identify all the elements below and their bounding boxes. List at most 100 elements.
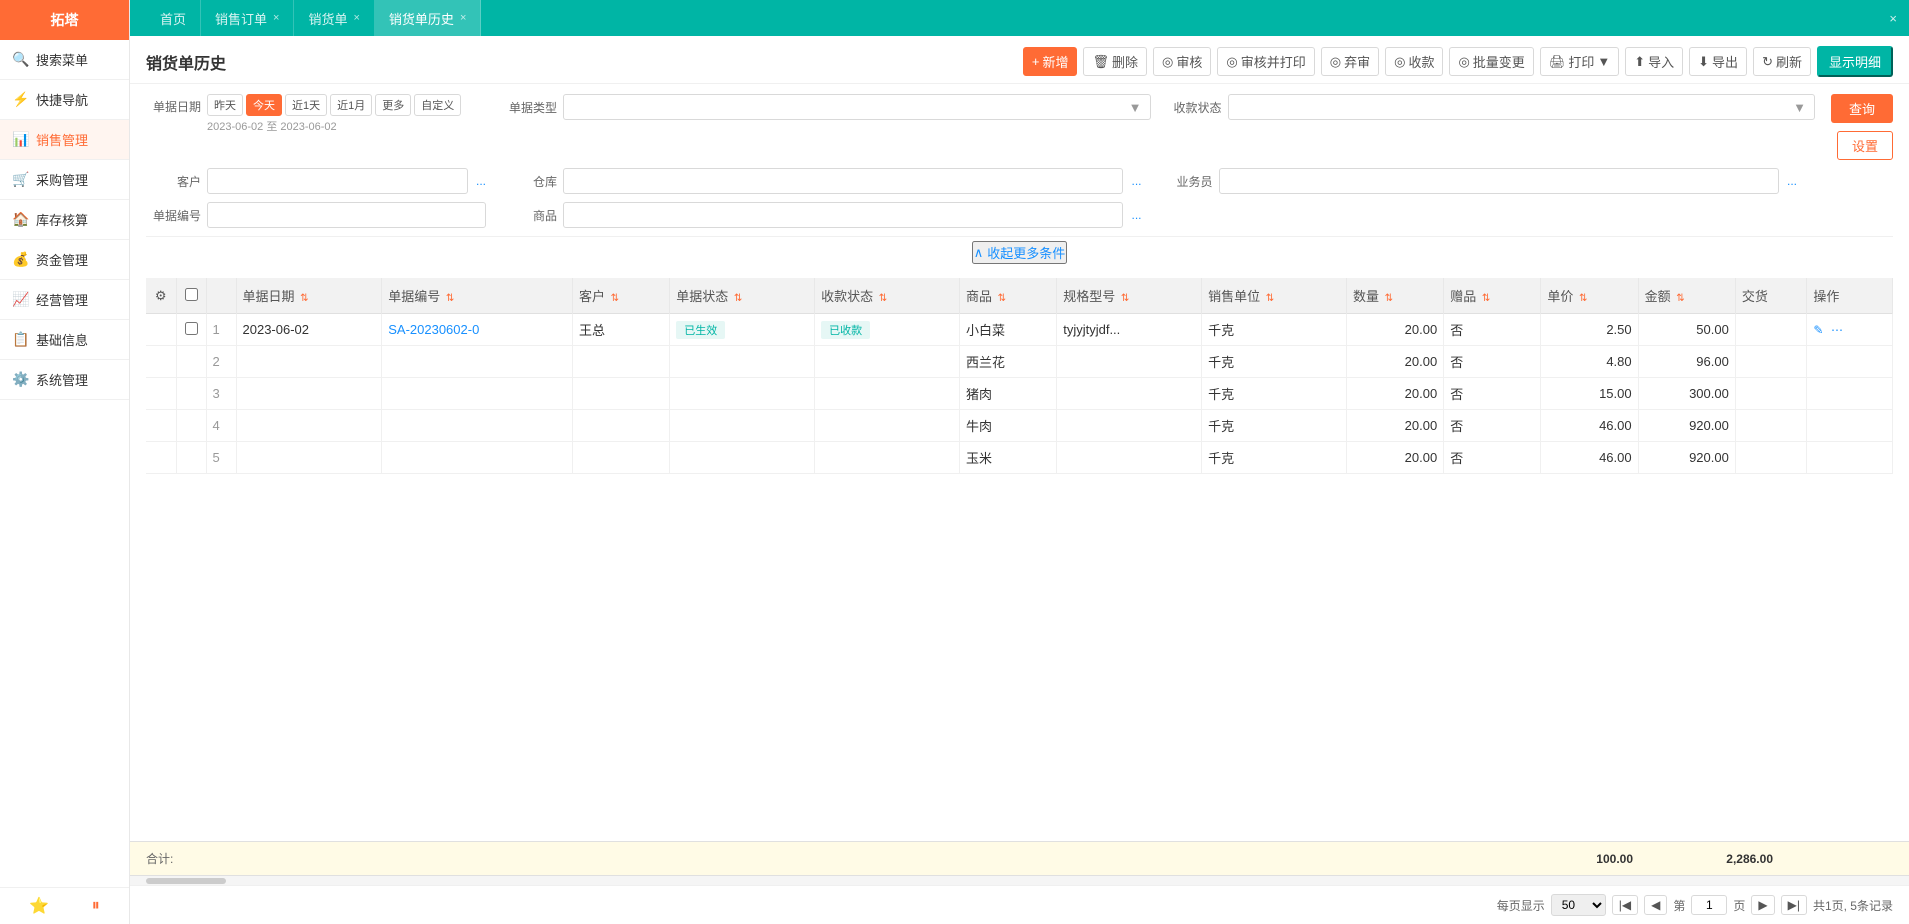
tab-sales-delivery[interactable]: 销货单 × (294, 0, 374, 36)
col-sales-unit[interactable]: 销售单位 ⇅ (1202, 278, 1347, 314)
collect-icon: ◎ (1394, 54, 1405, 70)
add-button[interactable]: + 新增 (1023, 47, 1078, 76)
query-button[interactable]: 查询 (1831, 94, 1893, 123)
sidebar-item-system[interactable]: ⚙️ 系统管理 (0, 360, 129, 400)
cell-checkbox[interactable] (176, 346, 206, 378)
goods-ellipsis[interactable]: ... (1131, 208, 1141, 222)
custom-date-btn[interactable]: 自定义 (414, 94, 461, 116)
salesperson-input[interactable] (1219, 168, 1779, 194)
sidebar-item-finance[interactable]: 💰 资金管理 (0, 240, 129, 280)
last-page-btn[interactable]: ▶| (1781, 895, 1807, 915)
cell-delivery (1735, 410, 1807, 442)
row-checkbox[interactable] (185, 322, 198, 335)
col-customer[interactable]: 客户 ⇅ (573, 278, 670, 314)
tab-sales-order[interactable]: 销售订单 × (201, 0, 294, 36)
delete-button[interactable]: 🗑 删除 (1083, 47, 1147, 76)
today-btn[interactable]: 今天 (246, 94, 282, 116)
sidebar-item-basic-info[interactable]: 📋 基础信息 (0, 320, 129, 360)
per-page-select[interactable]: 50 100 200 (1551, 894, 1606, 916)
sidebar-item-inventory[interactable]: 🏠 库存核算 (0, 200, 129, 240)
cell-customer (573, 442, 670, 474)
cell-sales-unit: 千克 (1202, 378, 1347, 410)
goods-input[interactable] (563, 202, 1123, 228)
cell-delivery (1735, 378, 1807, 410)
cell-gift: 否 (1444, 410, 1541, 442)
page-label: 第 (1673, 897, 1685, 914)
first-page-btn[interactable]: |◀ (1612, 895, 1638, 915)
warehouse-input[interactable] (563, 168, 1123, 194)
doc-num-link[interactable]: SA-20230602-0 (388, 322, 479, 337)
col-goods[interactable]: 商品 ⇅ (960, 278, 1057, 314)
toolbar: + 新增 🗑 删除 ◎ 审核 ◎ 审核并打印 ◎ 弃审 (1023, 46, 1893, 77)
salesperson-ellipsis[interactable]: ... (1787, 174, 1797, 188)
audit-print-button[interactable]: ◎ 审核并打印 (1217, 47, 1314, 76)
sidebar-item-quick-nav[interactable]: ⚡ 快捷导航 (0, 80, 129, 120)
collapse-button[interactable]: ∧ 收起更多条件 (972, 241, 1068, 264)
tabs-bar-close-btn[interactable]: × (1889, 11, 1909, 26)
customer-input[interactable] (207, 168, 468, 194)
next-page-btn[interactable]: ▶ (1751, 895, 1774, 915)
cell-checkbox[interactable] (176, 410, 206, 442)
tab-sales-order-close[interactable]: × (273, 12, 279, 24)
yesterday-btn[interactable]: 昨天 (207, 94, 243, 116)
doc-number-input[interactable] (207, 202, 486, 228)
sidebar-item-sales[interactable]: 📊 销售管理 (0, 120, 129, 160)
refresh-button[interactable]: ↻ 刷新 (1753, 47, 1811, 76)
doc-type-select[interactable]: ▼ (563, 94, 1151, 120)
doc-type-dropdown-icon: ▼ (1129, 100, 1142, 115)
salesperson-label: 业务员 (1158, 173, 1213, 190)
payment-status-badge: 已收款 (821, 321, 870, 339)
sidebar-item-purchase[interactable]: 🛒 采购管理 (0, 160, 129, 200)
col-unit-price[interactable]: 单价 ⇅ (1541, 278, 1638, 314)
cell-row-num: 5 (206, 442, 236, 474)
col-gift[interactable]: 赠品 ⇅ (1444, 278, 1541, 314)
edit-action-btn[interactable]: ✎ (1813, 323, 1823, 337)
audit-button[interactable]: ◎ 审核 (1153, 47, 1211, 76)
warehouse-ellipsis[interactable]: ... (1131, 174, 1141, 188)
cell-checkbox[interactable] (176, 442, 206, 474)
col-doc-status[interactable]: 单据状态 ⇅ (670, 278, 815, 314)
doc-status-badge: 已生效 (676, 321, 725, 339)
col-doc-date[interactable]: 单据日期 ⇅ (236, 278, 382, 314)
sidebar-pause-btn[interactable]: ⏸ (92, 897, 100, 915)
sidebar-item-operations[interactable]: 📈 经营管理 (0, 280, 129, 320)
cell-checkbox[interactable] (176, 378, 206, 410)
1month-btn[interactable]: 近1月 (330, 94, 372, 116)
setting-button[interactable]: 设置 (1837, 131, 1893, 160)
more-action-btn[interactable]: ⋯ (1831, 323, 1843, 337)
customer-ellipsis[interactable]: ... (476, 174, 486, 188)
cell-checkbox[interactable] (176, 314, 206, 346)
scroll-thumb[interactable] (146, 878, 226, 884)
tab-sales-delivery-close[interactable]: × (353, 12, 359, 24)
col-quantity[interactable]: 数量 ⇅ (1346, 278, 1443, 314)
tab-sales-history[interactable]: 销货单历史 × (375, 0, 481, 36)
sidebar-star-btn[interactable]: ⭐ (29, 896, 49, 916)
collect-button[interactable]: ◎ 收款 (1385, 47, 1443, 76)
payment-status-select[interactable]: ▼ (1228, 94, 1816, 120)
import-button[interactable]: ⬆ 导入 (1625, 47, 1683, 76)
export-button[interactable]: ⬇ 导出 (1689, 47, 1747, 76)
col-payment-status[interactable]: 收款状态 ⇅ (815, 278, 960, 314)
prev-page-btn[interactable]: ◀ (1644, 895, 1667, 915)
tab-home[interactable]: 首页 (146, 0, 201, 36)
cell-payment-status: 已收款 (815, 314, 960, 346)
7days-btn[interactable]: 近1天 (285, 94, 327, 116)
display-details-button[interactable]: 显示明细 (1817, 46, 1893, 77)
tab-sales-history-close[interactable]: × (460, 12, 466, 24)
more-date-btn[interactable]: 更多 (375, 94, 411, 116)
cell-doc-date: 2023-06-02 (236, 314, 382, 346)
col-gear[interactable]: ⚙ (146, 278, 176, 314)
sidebar-item-search[interactable]: 🔍 搜索菜单 (0, 40, 129, 80)
select-all-checkbox[interactable] (185, 288, 198, 301)
print-button[interactable]: 🖨 打印 ▼ (1540, 47, 1619, 76)
col-spec[interactable]: 规格型号 ⇅ (1057, 278, 1202, 314)
cell-gift: 否 (1444, 346, 1541, 378)
batch-change-button[interactable]: ◎ 批量变更 (1449, 47, 1533, 76)
col-doc-num[interactable]: 单据编号 ⇅ (382, 278, 573, 314)
export-label: 导出 (1712, 52, 1738, 71)
cell-payment-status (815, 442, 960, 474)
abandon-button[interactable]: ◎ 弃审 (1321, 47, 1379, 76)
col-amount[interactable]: 金额 ⇅ (1638, 278, 1735, 314)
date-range-display: 2023-06-02 至 2023-06-02 (207, 118, 461, 134)
page-input[interactable] (1691, 895, 1727, 915)
